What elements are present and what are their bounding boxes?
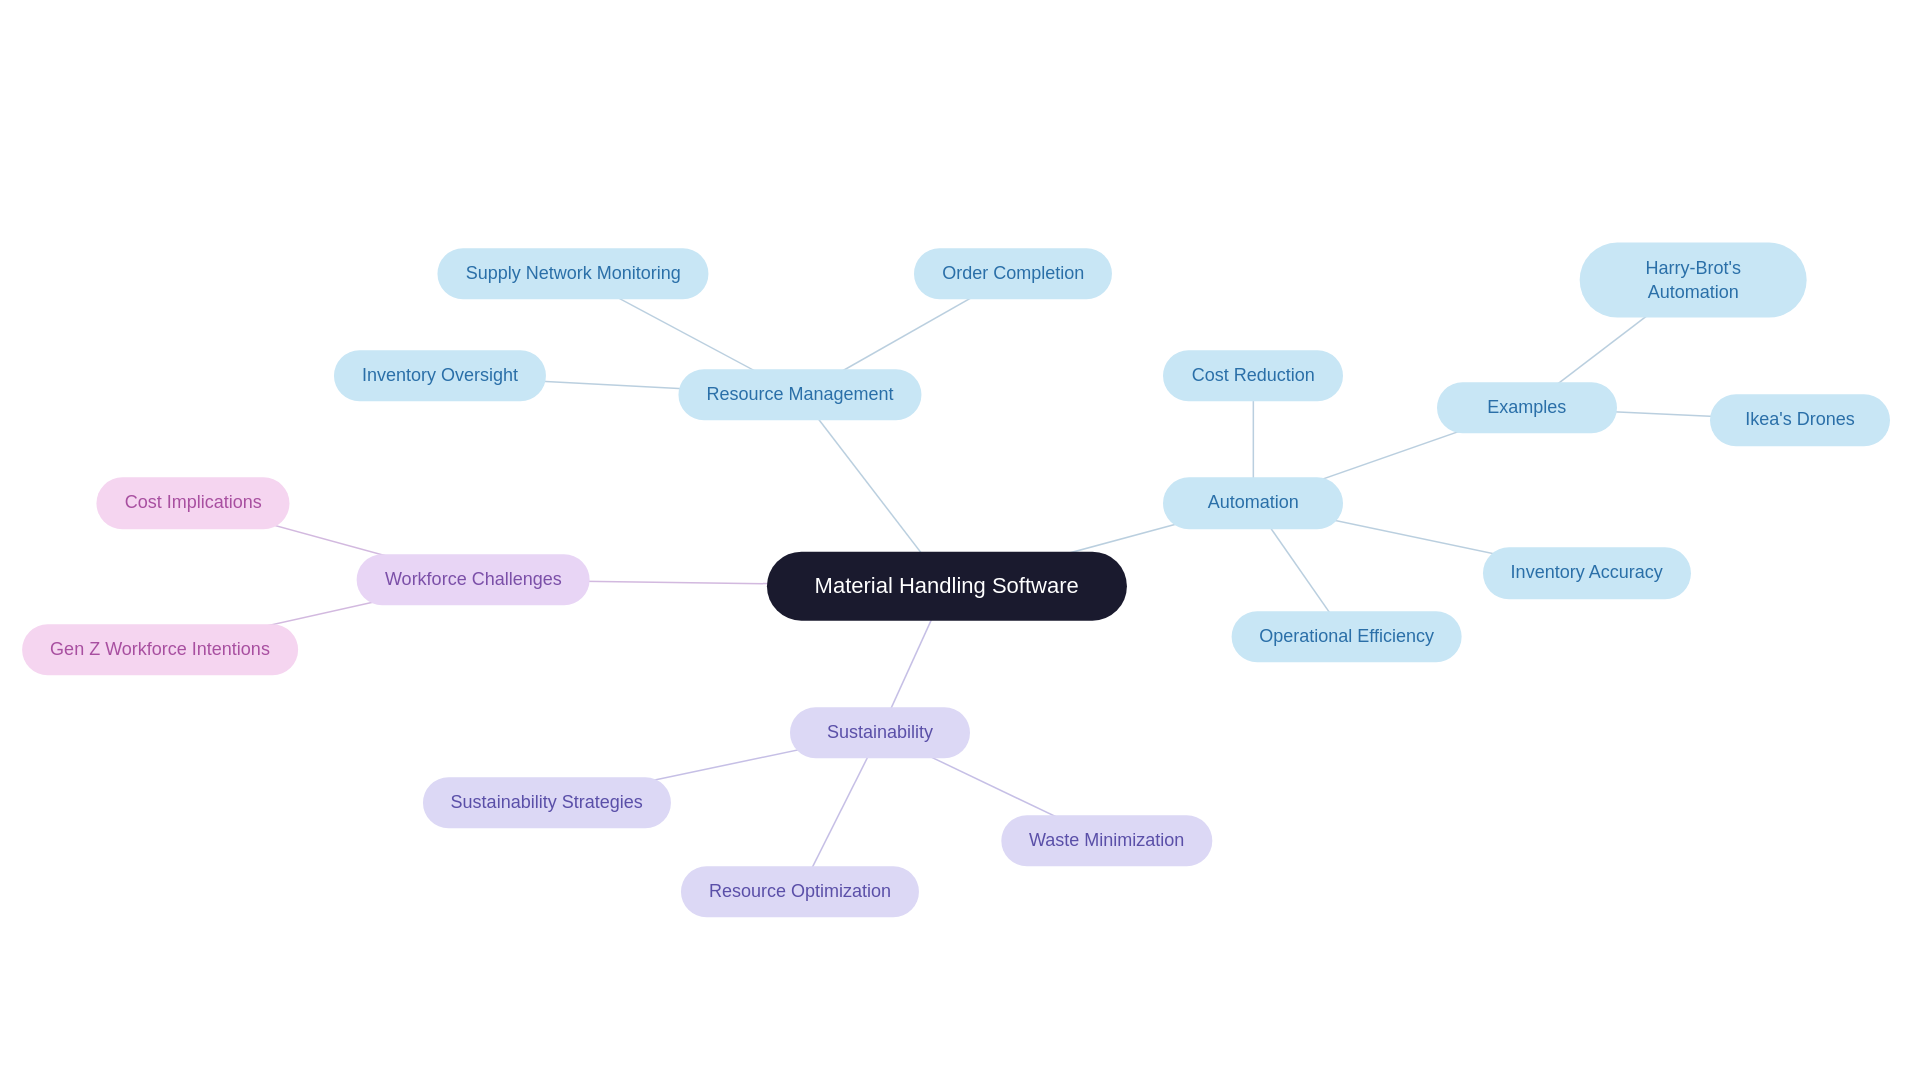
cost-reduction-node[interactable]: Cost Reduction: [1163, 350, 1343, 401]
ikeas-drones-node[interactable]: Ikea's Drones: [1710, 395, 1890, 446]
cost-implications-node[interactable]: Cost Implications: [97, 478, 290, 529]
inventory-accuracy-node[interactable]: Inventory Accuracy: [1483, 548, 1691, 599]
gen-z-workforce-node[interactable]: Gen Z Workforce Intentions: [22, 624, 298, 675]
resource-optimization-node[interactable]: Resource Optimization: [681, 866, 919, 917]
automation-node[interactable]: Automation: [1163, 478, 1343, 529]
resource-management-node[interactable]: Resource Management: [678, 369, 921, 420]
center-node[interactable]: Material Handling Software: [767, 552, 1127, 621]
supply-network-node[interactable]: Supply Network Monitoring: [438, 248, 709, 299]
examples-node[interactable]: Examples: [1437, 382, 1617, 433]
waste-minimization-node[interactable]: Waste Minimization: [1001, 815, 1212, 866]
mind-map-container: Material Handling Software Resource Manag…: [0, 0, 1920, 1083]
harrybrot-node[interactable]: Harry-Brot's Automation: [1580, 243, 1807, 318]
order-completion-node[interactable]: Order Completion: [914, 248, 1112, 299]
inventory-oversight-node[interactable]: Inventory Oversight: [334, 350, 546, 401]
workforce-challenges-node[interactable]: Workforce Challenges: [357, 554, 590, 605]
sustainability-node[interactable]: Sustainability: [790, 707, 970, 758]
connections-svg: [0, 0, 1920, 1083]
operational-efficiency-node[interactable]: Operational Efficiency: [1231, 611, 1462, 662]
sustainability-strategies-node[interactable]: Sustainability Strategies: [423, 777, 671, 828]
